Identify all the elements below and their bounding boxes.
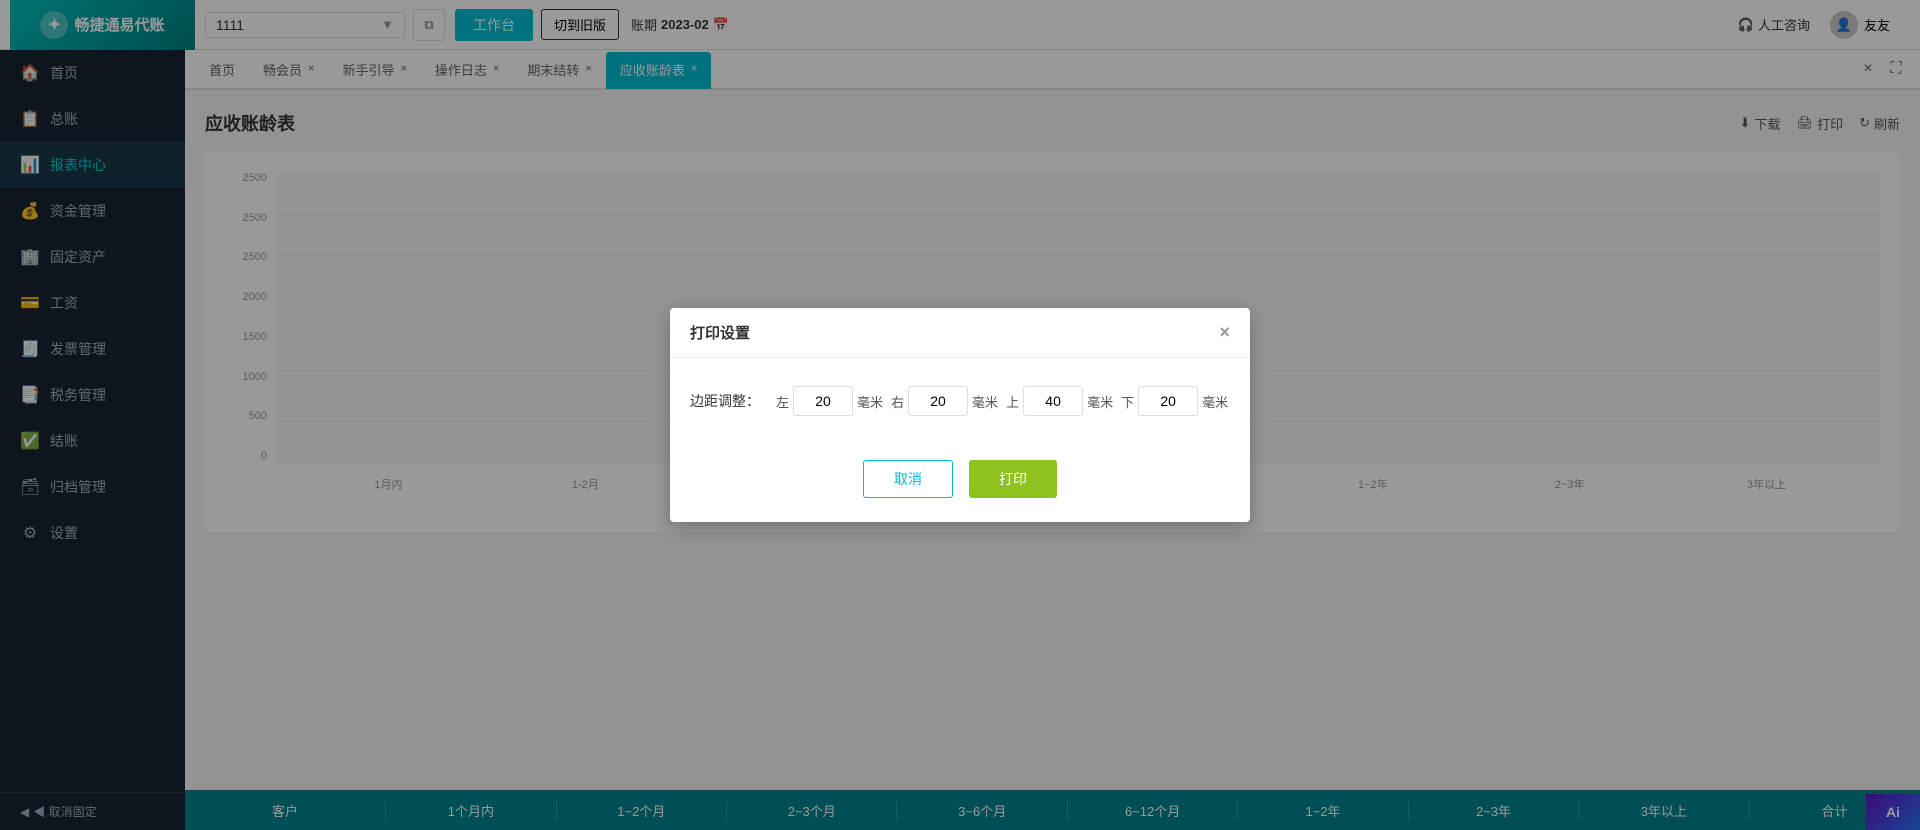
print-confirm-button[interactable]: 打印 (969, 460, 1057, 498)
margin-right-input[interactable] (908, 386, 968, 416)
top-direction-label: 上 (1006, 392, 1019, 411)
right-direction-label: 右 (891, 392, 904, 411)
margin-label: 边距调整： (690, 391, 760, 411)
cancel-button[interactable]: 取消 (863, 460, 953, 498)
margin-top-group: 上 毫米 (1006, 386, 1113, 416)
dialog-body: 边距调整： 左 毫米 右 毫米 上 毫米 下 (670, 358, 1250, 444)
left-direction-label: 左 (776, 392, 789, 411)
right-unit: 毫米 (972, 392, 998, 411)
print-settings-dialog: 打印设置 × 边距调整： 左 毫米 右 毫米 上 毫米 (670, 308, 1250, 522)
bottom-direction-label: 下 (1121, 392, 1134, 411)
left-unit: 毫米 (857, 392, 883, 411)
margin-row: 边距调整： 左 毫米 右 毫米 上 毫米 下 (690, 386, 1230, 416)
margin-left-group: 左 毫米 (776, 386, 883, 416)
dialog-footer: 取消 打印 (670, 444, 1250, 522)
dialog-header: 打印设置 × (670, 308, 1250, 358)
margin-top-input[interactable] (1023, 386, 1083, 416)
dialog-overlay: 打印设置 × 边距调整： 左 毫米 右 毫米 上 毫米 (0, 0, 1920, 830)
margin-bottom-group: 下 毫米 (1121, 386, 1228, 416)
bottom-unit: 毫米 (1202, 392, 1228, 411)
top-unit: 毫米 (1087, 392, 1113, 411)
dialog-close-button[interactable]: × (1219, 322, 1230, 343)
dialog-title: 打印设置 (690, 322, 750, 343)
margin-right-group: 右 毫米 (891, 386, 998, 416)
margin-bottom-input[interactable] (1138, 386, 1198, 416)
margin-left-input[interactable] (793, 386, 853, 416)
